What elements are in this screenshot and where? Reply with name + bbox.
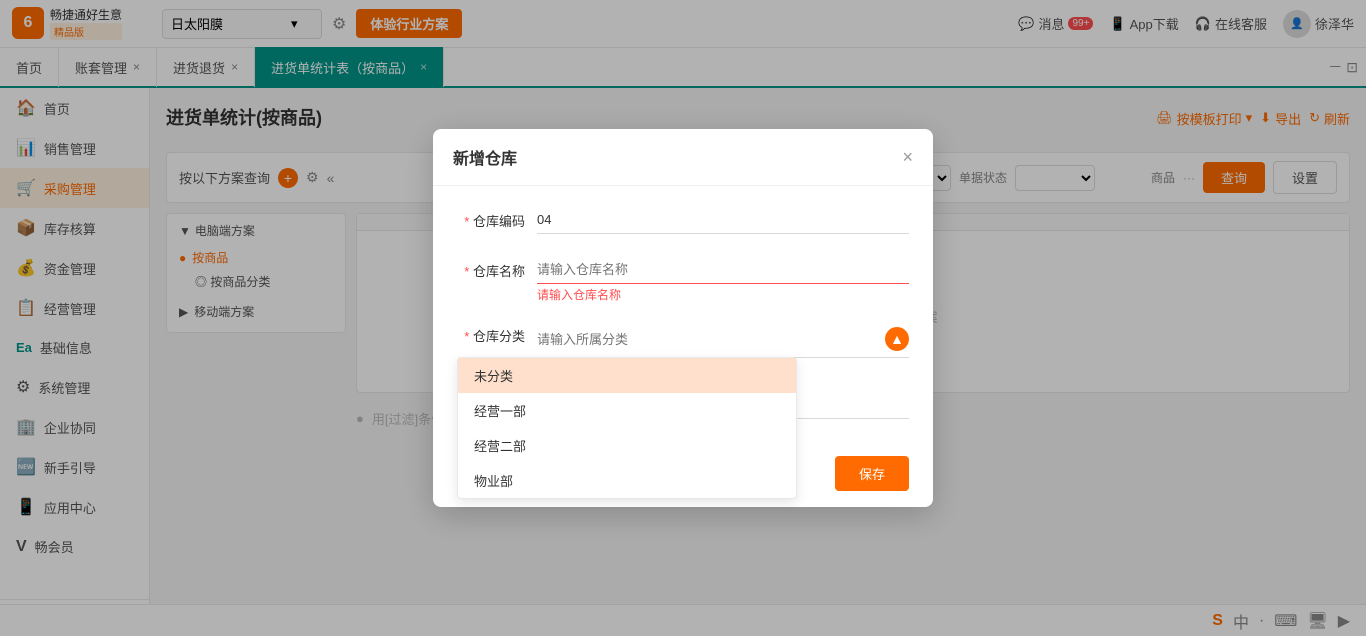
modal-overlay: 新增仓库 × * 仓库编码 * 仓库名称 — [0, 0, 1366, 636]
save-button[interactable]: 保存 — [835, 456, 909, 491]
category-label: * 仓库分类 — [457, 321, 537, 353]
form-row-category: * 仓库分类 ▲ 未分类 经营一部 经营二部 物业部 — [457, 321, 909, 358]
modal-body: * 仓库编码 * 仓库名称 请输入仓库名称 — [433, 186, 933, 456]
category-field: ▲ 未分类 经营一部 经营二部 物业部 — [537, 321, 909, 358]
category-dropdown-list: 未分类 经营一部 经营二部 物业部 — [457, 357, 797, 499]
name-error-msg: 请输入仓库名称 — [537, 286, 909, 303]
required-star-category: * — [464, 329, 469, 344]
code-input[interactable] — [537, 206, 909, 234]
modal-header: 新增仓库 × — [433, 129, 933, 186]
add-warehouse-modal: 新增仓库 × * 仓库编码 * 仓库名称 — [433, 129, 933, 507]
category-option-unclassified[interactable]: 未分类 — [458, 358, 796, 393]
code-field — [537, 206, 909, 234]
category-option-property[interactable]: 物业部 — [458, 463, 796, 498]
name-input[interactable] — [537, 256, 909, 284]
modal-title: 新增仓库 — [453, 145, 517, 169]
category-option-dept1[interactable]: 经营一部 — [458, 393, 796, 428]
category-dropdown-arrow[interactable]: ▲ — [885, 327, 909, 351]
form-row-code: * 仓库编码 — [457, 206, 909, 238]
form-row-name: * 仓库名称 请输入仓库名称 — [457, 256, 909, 303]
required-star-code: * — [464, 214, 469, 229]
category-input[interactable] — [537, 332, 885, 347]
code-label: * 仓库编码 — [457, 206, 537, 238]
required-star-name: * — [464, 264, 469, 279]
name-label: * 仓库名称 — [457, 256, 537, 288]
category-input-row: ▲ — [537, 321, 909, 358]
name-field: 请输入仓库名称 — [537, 256, 909, 303]
category-option-dept2[interactable]: 经营二部 — [458, 428, 796, 463]
modal-close-button[interactable]: × — [902, 147, 913, 168]
